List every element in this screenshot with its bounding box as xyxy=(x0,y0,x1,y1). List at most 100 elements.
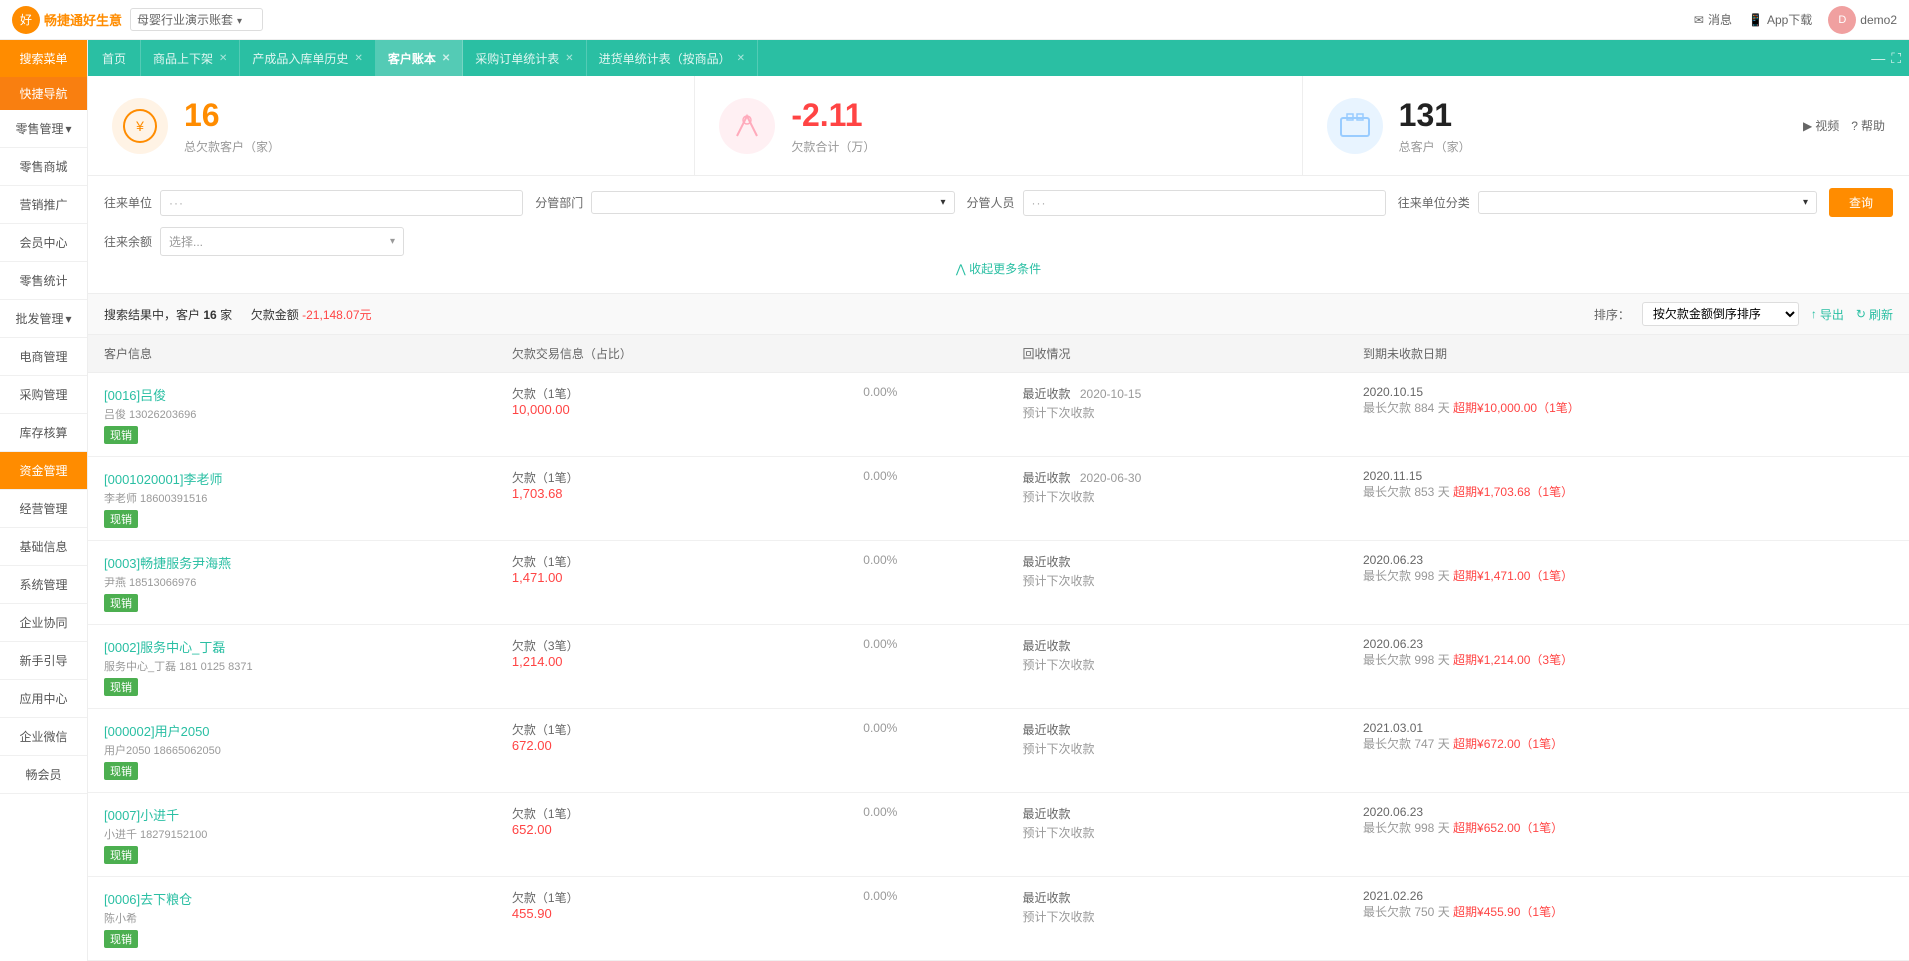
main-content: 搜索菜单 快捷导航 零售管理▾ 零售商城 营销推广 会员中心 零售统计 批发管理… xyxy=(0,40,1909,961)
user-menu[interactable]: D demo2 xyxy=(1828,6,1897,34)
due-date-value: 2020.10.15 xyxy=(1363,385,1893,399)
overdue-amount[interactable]: 超期¥455.90（1笔） xyxy=(1453,905,1563,919)
tab-close-icon[interactable]: ✕ xyxy=(354,53,362,64)
collapse-bar[interactable]: ⋀ 收起更多条件 xyxy=(104,256,1893,281)
cell-due-date: 2020.06.23 最长欠款 998 天 超期¥1,214.00（3笔） xyxy=(1347,625,1909,709)
sort-select[interactable]: 按欠款金额倒序排序 xyxy=(1642,302,1799,326)
sidebar: 搜索菜单 快捷导航 零售管理▾ 零售商城 营销推广 会员中心 零售统计 批发管理… xyxy=(0,40,88,961)
tab-close-icon[interactable]: ✕ xyxy=(565,53,573,64)
stats-bar: ¥ 16 总欠款客户（家） -2.11 欠款合计（万） xyxy=(88,76,1909,176)
tab-customer-account[interactable]: 客户账本 ✕ xyxy=(376,40,463,76)
filter-row-1: 往来单位 ··· 分管部门 分管人员 ··· xyxy=(104,188,1893,217)
sidebar-item-retail-stats[interactable]: 零售统计 xyxy=(0,262,87,300)
customer-name-link[interactable]: [0016]吕俊 xyxy=(104,385,480,404)
sidebar-item-operations[interactable]: 经营管理 xyxy=(0,490,87,528)
refresh-button[interactable]: ↻ 刷新 xyxy=(1856,306,1893,323)
cell-customer-info: [0001020001]李老师 李老师 18600391516 现销 xyxy=(88,457,496,541)
customer-name-link[interactable]: [000002]用户2050 xyxy=(104,721,480,740)
store-select[interactable]: 母婴行业演示账套 xyxy=(130,8,263,31)
stat-value-debtors: 16 xyxy=(184,97,280,134)
customer-name-link[interactable]: [0003]畅捷服务尹海燕 xyxy=(104,553,480,572)
sidebar-item-corp-wechat[interactable]: 企业微信 xyxy=(0,718,87,756)
table-row: [0002]服务中心_丁磊 服务中心_丁磊 181 0125 8371 现销 欠… xyxy=(88,625,1909,709)
tab-home[interactable]: 首页 xyxy=(88,40,141,76)
export-button[interactable]: ↑ 导出 xyxy=(1811,306,1844,323)
cell-due-date: 2020.10.15 最长欠款 884 天 超期¥10,000.00（1笔） xyxy=(1347,373,1909,457)
sidebar-item-guide[interactable]: 新手引导 xyxy=(0,642,87,680)
filter-select-dept[interactable] xyxy=(591,191,954,214)
customer-tag: 现销 xyxy=(104,930,138,948)
content-area: 首页 商品上下架 ✕ 产成品入库单历史 ✕ 客户账本 ✕ 采购订单统计表 ✕ xyxy=(88,40,1909,961)
tab-purchase-by-product[interactable]: 进货单统计表（按商品） ✕ xyxy=(587,40,758,76)
overdue-amount[interactable]: 超期¥652.00（1笔） xyxy=(1453,821,1563,835)
tab-close-icon[interactable]: ✕ xyxy=(737,53,745,64)
filter-select-category[interactable] xyxy=(1478,191,1817,214)
view-video-button[interactable]: ▶ 视频 xyxy=(1803,117,1839,134)
latest-pay: 最近收款 2020-10-15 xyxy=(1023,385,1331,402)
overdue-amount[interactable]: 超期¥672.00（1笔） xyxy=(1453,737,1563,751)
overdue-info: 最长欠款 750 天 超期¥455.90（1笔） xyxy=(1363,903,1893,920)
customer-name-link[interactable]: [0002]服务中心_丁磊 xyxy=(104,637,480,656)
sidebar-item-inventory[interactable]: 库存核算 xyxy=(0,414,87,452)
sidebar-search[interactable]: 搜索菜单 xyxy=(0,40,87,77)
sidebar-item-purchase[interactable]: 采购管理 xyxy=(0,376,87,414)
stat-label-amount: 欠款合计（万） xyxy=(791,138,875,155)
due-date-value: 2020.06.23 xyxy=(1363,553,1893,567)
filter-select-balance[interactable]: 选择... xyxy=(160,227,404,256)
sidebar-item-enterprise[interactable]: 企业协同 xyxy=(0,604,87,642)
sidebar-item-wholesale-mgmt[interactable]: 批发管理▾ xyxy=(0,300,87,338)
tab-close-icon[interactable]: ✕ xyxy=(442,53,450,64)
cell-debt-info: 欠款（1笔） 672.00 xyxy=(496,709,839,793)
next-pay: 预计下次收款 xyxy=(1023,404,1331,421)
app-download-button[interactable]: 📱 App下载 xyxy=(1748,11,1812,28)
tab-maximize-button[interactable]: ⛶ xyxy=(1891,50,1901,67)
cell-recovery: 最近收款 2020-06-30 预计下次收款 xyxy=(1007,457,1347,541)
help-button[interactable]: ? 帮助 xyxy=(1851,117,1885,134)
sidebar-item-finance[interactable]: 资金管理 xyxy=(0,452,87,490)
sidebar-item-member-plus[interactable]: 畅会员 xyxy=(0,756,87,794)
cell-recovery: 最近收款 预计下次收款 xyxy=(1007,541,1347,625)
debt-amount: 1,214.00 xyxy=(512,654,823,669)
sidebar-item-marketing[interactable]: 营销推广 xyxy=(0,186,87,224)
filter-input-customer[interactable]: ··· xyxy=(160,190,523,216)
overdue-amount[interactable]: 超期¥10,000.00（1笔） xyxy=(1453,401,1580,415)
logo-text: 畅捷通好生意 xyxy=(44,10,122,29)
sidebar-item-apps[interactable]: 应用中心 xyxy=(0,680,87,718)
sidebar-quick-nav[interactable]: 快捷导航 xyxy=(0,77,87,110)
sidebar-item-retail-mgmt[interactable]: 零售管理▾ xyxy=(0,110,87,148)
sidebar-item-retail-mall[interactable]: 零售商城 xyxy=(0,148,87,186)
overdue-amount[interactable]: 超期¥1,471.00（1笔） xyxy=(1453,569,1573,583)
table-row: [0006]去下粮仓 陈小希 现销 欠款（1笔） 455.90 0.00% 最近… xyxy=(88,877,1909,961)
tab-close-icon[interactable]: ✕ xyxy=(219,53,227,64)
stat-info-amount: -2.11 欠款合计（万） xyxy=(791,97,875,155)
sidebar-item-member-center[interactable]: 会员中心 xyxy=(0,224,87,262)
filter-item-balance: 往来余额 选择... xyxy=(104,227,404,256)
sidebar-item-system[interactable]: 系统管理 xyxy=(0,566,87,604)
stat-icon-total xyxy=(1327,98,1383,154)
sidebar-item-basic-info[interactable]: 基础信息 xyxy=(0,528,87,566)
customer-table: 客户信息 欠款交易信息（占比） 回收情况 到期未收款日期 [0016]吕俊 吕俊… xyxy=(88,335,1909,961)
cell-recovery: 最近收款 预计下次收款 xyxy=(1007,793,1347,877)
customer-name-link[interactable]: [0001020001]李老师 xyxy=(104,469,480,488)
cell-due-date: 2021.03.01 最长欠款 747 天 超期¥672.00（1笔） xyxy=(1347,709,1909,793)
overdue-days: 最长欠款 998 天 xyxy=(1363,821,1450,835)
cell-due-date: 2021.02.26 最长欠款 750 天 超期¥455.90（1笔） xyxy=(1347,877,1909,961)
overdue-amount[interactable]: 超期¥1,703.68（1笔） xyxy=(1453,485,1573,499)
tab-purchase-stats[interactable]: 采购订单统计表 ✕ xyxy=(463,40,586,76)
customer-name-link[interactable]: [0006]去下粮仓 xyxy=(104,889,480,908)
tab-minimize-button[interactable]: — xyxy=(1871,50,1885,66)
cell-debt-info: 欠款（1笔） 652.00 xyxy=(496,793,839,877)
sidebar-item-ecommerce[interactable]: 电商管理 xyxy=(0,338,87,376)
customer-name-link[interactable]: [0007]小进千 xyxy=(104,805,480,824)
cell-customer-info: [0016]吕俊 吕俊 13026203696 现销 xyxy=(88,373,496,457)
tab-product-status[interactable]: 商品上下架 ✕ xyxy=(141,40,240,76)
debt-percent: 0.00% xyxy=(863,889,897,903)
overdue-info: 最长欠款 884 天 超期¥10,000.00（1笔） xyxy=(1363,399,1893,416)
query-button[interactable]: 查询 xyxy=(1829,188,1893,217)
filter-label-category: 往来单位分类 xyxy=(1398,194,1470,211)
avatar: D xyxy=(1828,6,1856,34)
tab-production-history[interactable]: 产成品入库单历史 ✕ xyxy=(240,40,375,76)
filter-input-person[interactable]: ··· xyxy=(1023,190,1386,216)
overdue-amount[interactable]: 超期¥1,214.00（3笔） xyxy=(1453,653,1573,667)
message-button[interactable]: ✉ 消息 xyxy=(1694,11,1732,28)
